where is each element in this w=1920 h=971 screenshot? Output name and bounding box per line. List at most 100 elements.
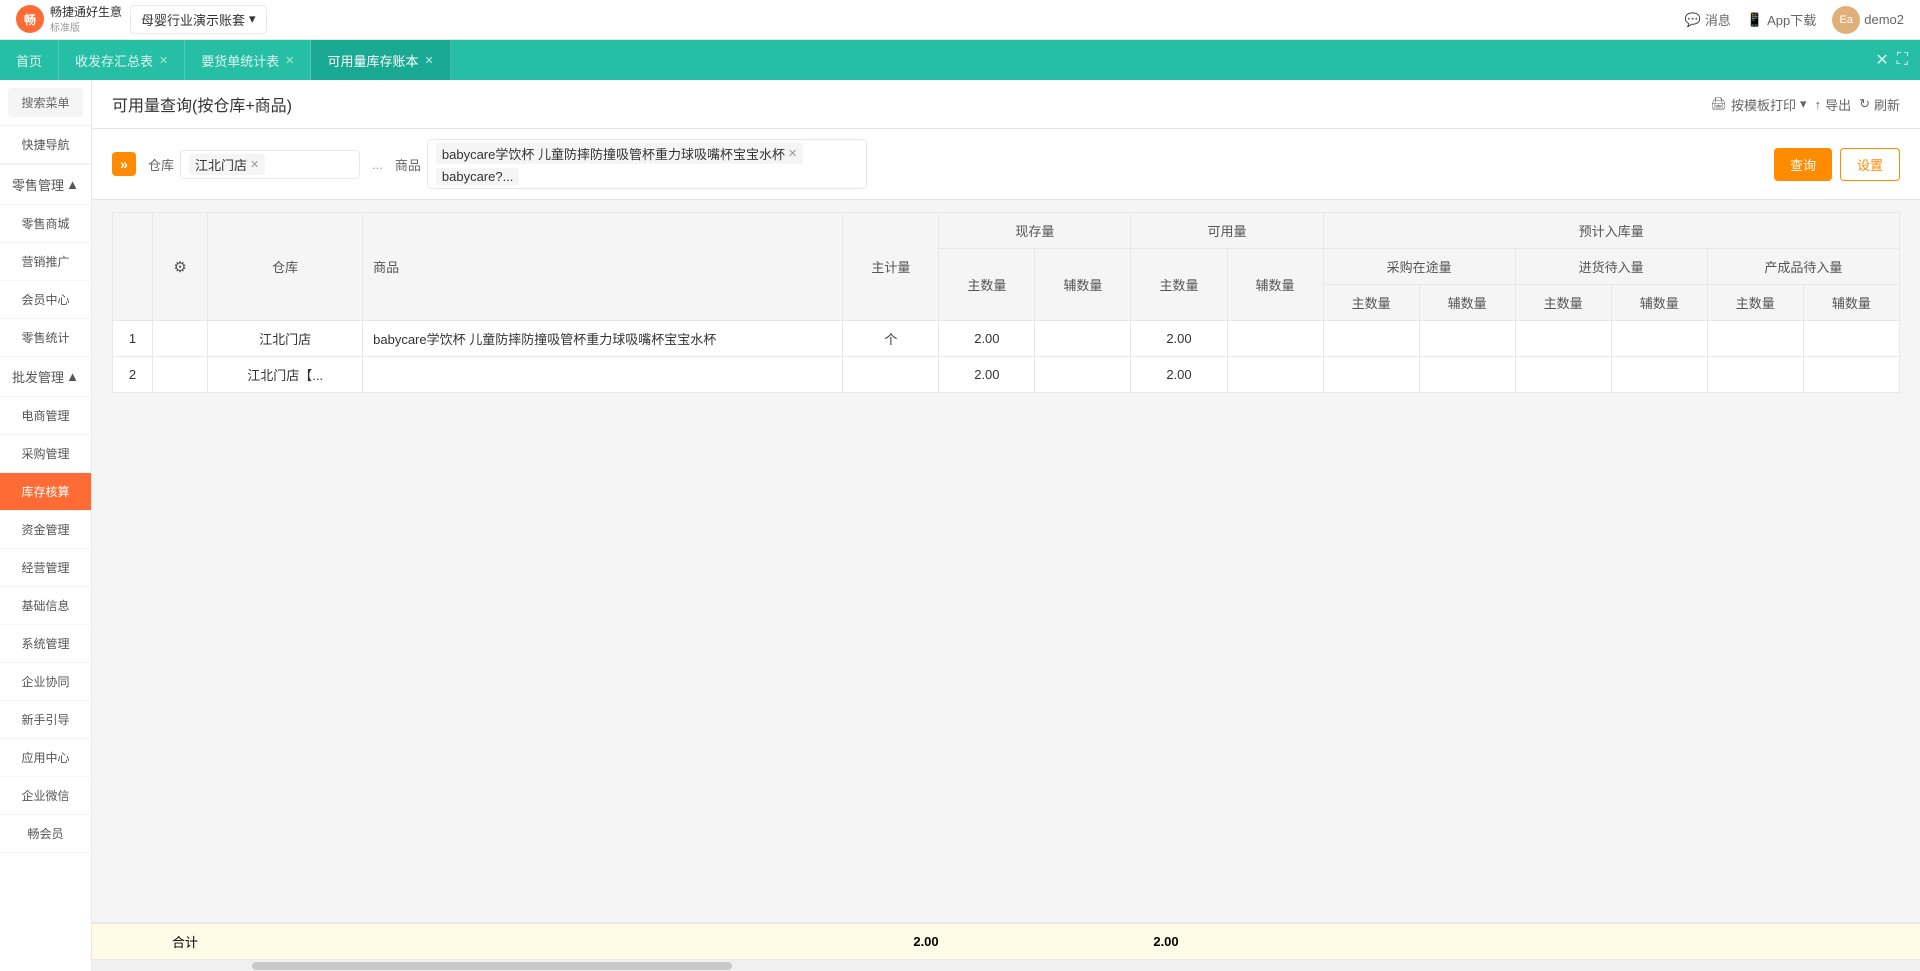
- content-area: 可用量查询(按仓库+商品) 🖨 按模板打印 ▾ ↑ 导出 ↻ 刷新 »: [92, 80, 1920, 971]
- template-print-label: 按模板打印: [1731, 95, 1796, 114]
- settings-button[interactable]: 设置: [1840, 148, 1900, 181]
- th-main-unit: 主计量: [843, 213, 939, 321]
- tab-available-stock-label: 可用量库存账本: [327, 51, 418, 70]
- sidebar-item-system-mgmt[interactable]: 系统管理: [0, 625, 91, 663]
- tab-close-icon-2[interactable]: ✕: [285, 54, 294, 67]
- sidebar-item-retail-mgmt[interactable]: 零售管理 ▲: [0, 165, 91, 205]
- cell-production-sub-2: [1803, 357, 1899, 393]
- sidebar-item-retail-mall[interactable]: 零售商城: [0, 205, 91, 243]
- chevron-down-icon-2: ▾: [1800, 96, 1807, 112]
- top-bar: 畅 畅捷通好生意 标准版 母婴行业演示账套 ▾ 💬 消息 📱 App下载 Ea …: [0, 0, 1920, 40]
- logo-text: 畅捷通好生意: [50, 5, 122, 19]
- sidebar-item-ecommerce-mgmt[interactable]: 电商管理: [0, 397, 91, 435]
- cell-current-main-2: 2.00: [939, 357, 1035, 393]
- sidebar-item-quick-nav[interactable]: 快捷导航: [0, 126, 91, 164]
- sidebar-item-wholesale-mgmt[interactable]: 批发管理 ▲: [0, 357, 91, 397]
- sidebar-search-btn[interactable]: 搜索菜单: [8, 88, 83, 117]
- company-selector[interactable]: 母婴行业演示账套 ▾: [130, 5, 267, 34]
- maximize-icon[interactable]: ⛶: [1897, 51, 1908, 69]
- query-button[interactable]: 查询: [1774, 148, 1832, 181]
- tab-close-icon-3[interactable]: ✕: [425, 54, 434, 67]
- sidebar-item-operation-mgmt[interactable]: 经营管理: [0, 549, 91, 587]
- cell-no-2: 2: [113, 357, 153, 393]
- sidebar-item-app-center[interactable]: 应用中心: [0, 739, 91, 777]
- cell-product-2: [363, 357, 843, 393]
- cell-no-1: 1: [113, 321, 153, 357]
- filter-bar: » 仓库 江北门店 ✕ ... 商品 babycare学饮杯 儿童防摔防撞吸管杯…: [92, 129, 1920, 200]
- page-header: 可用量查询(按仓库+商品) 🖨 按模板打印 ▾ ↑ 导出 ↻ 刷新: [92, 80, 1920, 129]
- tab-home-label: 首页: [16, 51, 42, 70]
- cell-incoming-main-2: [1515, 357, 1611, 393]
- cell-production-main-2: [1707, 357, 1803, 393]
- th-warehouse: 仓库: [208, 213, 363, 321]
- tab-available-stock[interactable]: 可用量库存账本 ✕: [311, 40, 450, 80]
- warehouse-filter-tags[interactable]: 江北门店 ✕: [180, 150, 360, 179]
- th-current-sub-qty: 辅数量: [1035, 249, 1131, 321]
- th-incoming-pending: 进货待入量: [1515, 249, 1707, 285]
- sidebar-item-purchase-mgmt[interactable]: 采购管理: [0, 435, 91, 473]
- cell-unit-1: 个: [843, 321, 939, 357]
- sidebar-item-member-center[interactable]: 会员中心: [0, 281, 91, 319]
- tab-home[interactable]: 首页: [0, 40, 59, 80]
- page-title: 可用量查询(按仓库+商品): [112, 92, 292, 116]
- top-bar-right: 💬 消息 📱 App下载 Ea demo2: [1685, 6, 1904, 34]
- cell-production-main-1: [1707, 321, 1803, 357]
- sidebar-item-marketing[interactable]: 营销推广: [0, 243, 91, 281]
- th-settings[interactable]: ⚙: [153, 213, 208, 321]
- product-tag-2: babycare?...: [436, 168, 520, 185]
- warehouse-tag-1: 江北门店 ✕: [189, 154, 265, 175]
- refresh-btn[interactable]: ↻ 刷新: [1859, 95, 1900, 114]
- scrollbar-thumb[interactable]: [252, 962, 732, 970]
- avatar: Ea: [1832, 6, 1860, 34]
- product-tag-text-2: babycare?...: [442, 169, 514, 184]
- user-area[interactable]: Ea demo2: [1832, 6, 1904, 34]
- app-download-btn[interactable]: 📱 App下载: [1747, 10, 1816, 29]
- tab-close-icon[interactable]: ✕: [159, 54, 168, 67]
- filter-more-dots[interactable]: ...: [372, 157, 383, 172]
- sidebar-item-enterprise-wechat[interactable]: 企业微信: [0, 777, 91, 815]
- app-download-label: App下载: [1767, 10, 1816, 29]
- data-table: ⚙ 仓库 商品 主计量 现存量 可用量 预计入库量 主数量 辅数量 主数量 辅数…: [112, 212, 1900, 393]
- th-expected-in: 预计入库量: [1323, 213, 1899, 249]
- sidebar-item-enterprise-collab[interactable]: 企业协同: [0, 663, 91, 701]
- th-purchase-main: 主数量: [1323, 285, 1419, 321]
- cell-purchase-sub-2: [1419, 357, 1515, 393]
- message-icon: 💬: [1685, 12, 1701, 28]
- sidebar-item-member[interactable]: 畅会员: [0, 815, 91, 853]
- tab-receive-pay[interactable]: 收发存汇总表 ✕: [59, 40, 185, 80]
- cell-avail-sub-2: [1227, 357, 1323, 393]
- logo-icon: 畅: [16, 5, 44, 33]
- sidebar-item-basic-info[interactable]: 基础信息: [0, 587, 91, 625]
- sidebar-item-finance-mgmt[interactable]: 资金管理: [0, 511, 91, 549]
- tab-receive-pay-label: 收发存汇总表: [75, 51, 153, 70]
- th-current-main-qty: 主数量: [939, 249, 1035, 321]
- tab-order-stats[interactable]: 要货单统计表 ✕: [185, 40, 311, 80]
- warehouse-tag-close[interactable]: ✕: [250, 158, 259, 171]
- phone-icon: 📱: [1747, 12, 1763, 28]
- sidebar-item-stock-audit[interactable]: 库存核算: [0, 473, 91, 511]
- cell-purchase-main-2: [1323, 357, 1419, 393]
- th-available: 可用量: [1131, 213, 1323, 249]
- product-filter-tags[interactable]: babycare学饮杯 儿童防摔防撞吸管杯重力球吸嘴杯宝宝水杯 ✕ babyca…: [427, 139, 867, 189]
- chevron-icon: ▲: [66, 177, 79, 192]
- cell-current-main-1: 2.00: [939, 321, 1035, 357]
- warehouse-filter-group: 仓库 江北门店 ✕: [148, 150, 360, 179]
- cell-incoming-sub-1: [1611, 321, 1707, 357]
- sidebar-item-retail-stats[interactable]: 零售统计: [0, 319, 91, 357]
- filter-expand-btn[interactable]: »: [112, 152, 136, 176]
- sidebar-item-new-guide[interactable]: 新手引导: [0, 701, 91, 739]
- warehouse-filter-label: 仓库: [148, 155, 174, 174]
- product-filter-group: 商品 babycare学饮杯 儿童防摔防撞吸管杯重力球吸嘴杯宝宝水杯 ✕ bab…: [395, 139, 867, 189]
- horizontal-scrollbar[interactable]: [92, 959, 1920, 971]
- product-tag-close-1[interactable]: ✕: [788, 147, 797, 160]
- export-btn[interactable]: ↑ 导出: [1815, 95, 1852, 114]
- cell-warehouse-2: 江北门店【...: [208, 357, 363, 393]
- message-btn[interactable]: 💬 消息: [1685, 10, 1731, 29]
- top-bar-left: 畅 畅捷通好生意 标准版 母婴行业演示账套 ▾: [16, 5, 267, 34]
- product-tag-1: babycare学饮杯 儿童防摔防撞吸管杯重力球吸嘴杯宝宝水杯 ✕: [436, 143, 803, 164]
- close-all-tabs-icon[interactable]: ✕: [1875, 50, 1888, 70]
- template-print-btn[interactable]: 🖨 按模板打印 ▾: [1711, 95, 1807, 114]
- tab-bar-actions: ✕ ⛶: [1863, 40, 1920, 80]
- chevron-icon-2: ▲: [66, 369, 79, 384]
- th-incoming-sub: 辅数量: [1611, 285, 1707, 321]
